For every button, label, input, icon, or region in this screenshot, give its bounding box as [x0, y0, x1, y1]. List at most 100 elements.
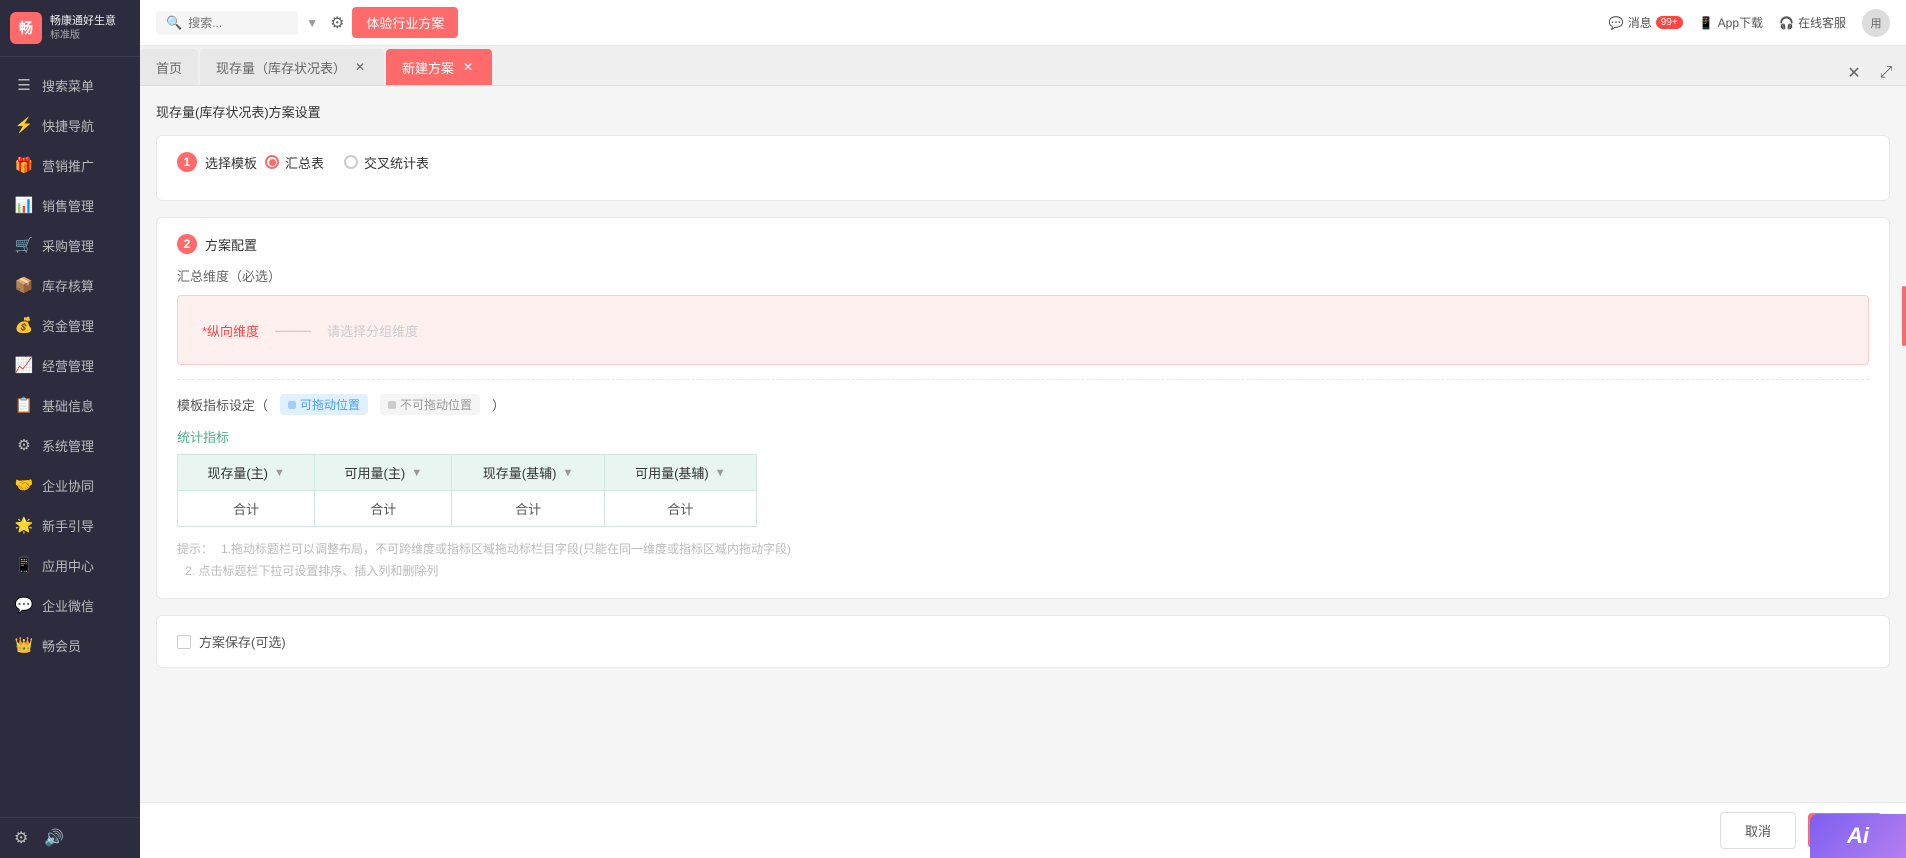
settings-icon[interactable]: ⚙	[14, 828, 28, 848]
tab-new-plan-close[interactable]: ✕	[460, 59, 476, 75]
tab-new-plan-label: 新建方案	[402, 58, 454, 77]
col-header-0: 现存量(主) ▼	[178, 455, 315, 491]
tab-inventory-close[interactable]: ✕	[352, 59, 368, 75]
sidebar-item-7[interactable]: 📈 经营管理	[0, 345, 140, 385]
sidebar-item-6[interactable]: 💰 资金管理	[0, 305, 140, 345]
step1-card: 1 选择模板 汇总表 交叉统计表	[156, 135, 1890, 201]
sidebar-icon-2: 🎁	[14, 155, 34, 175]
no-drag-label: 不可拖动位置	[400, 396, 472, 413]
page-content: 现存量(库存状况表)方案设置 1 选择模板 汇总表 交叉统计表	[140, 86, 1906, 802]
trial-button[interactable]: 体验行业方案	[352, 7, 458, 38]
sidebar-label-4: 采购管理	[42, 236, 94, 255]
chevron-down-icon[interactable]: ▼	[306, 16, 318, 30]
sidebar-item-4[interactable]: 🛒 采购管理	[0, 225, 140, 265]
col-3-chevron[interactable]: ▼	[715, 467, 726, 479]
col-header-3: 可用量(基辅) ▼	[604, 455, 756, 491]
sidebar-item-14[interactable]: 👑 畅会员	[0, 625, 140, 665]
sidebar-logo: 畅 畅康通好生意 标准版	[0, 0, 140, 57]
col-2-chevron[interactable]: ▼	[562, 467, 573, 479]
scroll-handle[interactable]	[1902, 286, 1906, 346]
audio-icon[interactable]: 🔊	[44, 828, 64, 848]
sidebar-item-9[interactable]: ⚙ 系统管理	[0, 425, 140, 465]
message-badge: 99+	[1656, 16, 1683, 29]
tab-new-plan[interactable]: 新建方案 ✕	[386, 49, 492, 85]
topbar-right: 💬 消息 99+ 📱 App下载 🎧 在线客服 用	[1609, 9, 1890, 37]
headset-icon: 🎧	[1779, 16, 1794, 30]
sidebar-bottom: ⚙ 🔊	[0, 817, 140, 858]
message-button[interactable]: 💬 消息 99+	[1609, 14, 1683, 31]
tab-home-label: 首页	[156, 58, 182, 77]
radio-summary[interactable]: 汇总表	[265, 153, 324, 172]
sidebar-icon-14: 👑	[14, 635, 34, 655]
sidebar-nav: ☰ 搜索菜单 ⚡ 快捷导航 🎁 营销推广 📊 销售管理 🛒 采购管理 📦 库存核…	[0, 57, 140, 817]
col-2-label: 现存量(基辅)	[483, 463, 557, 482]
cell-3: 合计	[604, 491, 756, 527]
indicator-setting: 模板指标设定（ 可拖动位置 不可拖动位置 ）	[177, 394, 1869, 415]
cancel-button[interactable]: 取消	[1720, 812, 1796, 849]
sidebar-item-5[interactable]: 📦 库存核算	[0, 265, 140, 305]
save-label: 方案保存(可选)	[199, 632, 286, 651]
sidebar-icon-8: 📋	[14, 395, 34, 415]
sidebar-label-14: 畅会员	[42, 636, 81, 655]
sidebar-item-3[interactable]: 📊 销售管理	[0, 185, 140, 225]
sidebar-icon-1: ⚡	[14, 115, 34, 135]
sidebar: 畅 畅康通好生意 标准版 ☰ 搜索菜单 ⚡ 快捷导航 🎁 营销推广 📊 销售管理…	[0, 0, 140, 858]
col-0-label: 现存量(主)	[207, 463, 268, 482]
search-icon: 🔍	[166, 15, 182, 31]
app-download-button[interactable]: 📱 App下载	[1699, 14, 1763, 31]
step2-card: 2 方案配置 汇总维度（必选） *纵向维度 —— 请选择分组维度 模板指标设定（…	[156, 217, 1890, 599]
draggable-badge: 可拖动位置	[280, 394, 368, 415]
step1-number: 1	[177, 152, 197, 172]
ai-label: Ai	[1847, 823, 1869, 849]
col-0-chevron[interactable]: ▼	[274, 467, 285, 479]
indicator-setting-suffix: ）	[492, 395, 505, 414]
sidebar-item-2[interactable]: 🎁 营销推广	[0, 145, 140, 185]
sidebar-label-3: 销售管理	[42, 196, 94, 215]
dimension-box[interactable]: *纵向维度 —— 请选择分组维度	[177, 295, 1869, 365]
step2-title: 方案配置	[205, 235, 257, 254]
step1-label: 1 选择模板 汇总表 交叉统计表	[177, 152, 1869, 172]
user-avatar[interactable]: 用	[1862, 9, 1890, 37]
tab-inventory[interactable]: 现存量（库存状况表） ✕	[200, 49, 384, 85]
sidebar-label-8: 基础信息	[42, 396, 94, 415]
download-icon: 📱	[1699, 16, 1714, 30]
radio-cross[interactable]: 交叉统计表	[344, 153, 429, 172]
sidebar-label-11: 新手引导	[42, 516, 94, 535]
search-input[interactable]	[188, 16, 288, 30]
sidebar-icon-11: 🌟	[14, 515, 34, 535]
ai-badge[interactable]: Ai	[1810, 814, 1906, 858]
sidebar-icon-7: 📈	[14, 355, 34, 375]
aggregate-label: 汇总维度（必选）	[177, 266, 1869, 285]
dimension-required: *纵向维度	[202, 321, 259, 340]
save-checkbox[interactable]	[177, 635, 191, 649]
tabs-bar: 首页 现存量（库存状况表） ✕ 新建方案 ✕ ✕ ⤢	[140, 46, 1906, 86]
no-drag-badge: 不可拖动位置	[380, 394, 480, 415]
expand-tab-icon[interactable]: ⤢	[1874, 61, 1898, 85]
app-logo-icon: 畅	[10, 12, 42, 44]
main-area: 🔍 ▼ ⚙ 体验行业方案 💬 消息 99+ 📱 App下载 🎧 在线客服 用	[140, 0, 1906, 858]
online-service-button[interactable]: 🎧 在线客服	[1779, 14, 1846, 31]
radio-cross-label: 交叉统计表	[364, 153, 429, 172]
sidebar-label-2: 营销推广	[42, 156, 94, 175]
tip-2: 2. 点击标题栏下拉可设置排序、插入列和删除列	[177, 561, 1869, 583]
gear-icon[interactable]: ⚙	[330, 13, 344, 33]
sidebar-icon-12: 📱	[14, 555, 34, 575]
drag-dot	[288, 401, 296, 409]
app-name: 畅康通好生意 标准版	[50, 14, 116, 41]
topbar: 🔍 ▼ ⚙ 体验行业方案 💬 消息 99+ 📱 App下载 🎧 在线客服 用	[140, 0, 1906, 46]
sidebar-item-13[interactable]: 💬 企业微信	[0, 585, 140, 625]
tab-inventory-label: 现存量（库存状况表）	[216, 58, 346, 77]
col-1-chevron[interactable]: ▼	[411, 467, 422, 479]
dimension-placeholder: 请选择分组维度	[327, 321, 418, 340]
sidebar-item-11[interactable]: 🌟 新手引导	[0, 505, 140, 545]
close-tab-icon[interactable]: ✕	[1842, 61, 1866, 85]
sidebar-item-0[interactable]: ☰ 搜索菜单	[0, 65, 140, 105]
sidebar-item-8[interactable]: 📋 基础信息	[0, 385, 140, 425]
col-3-label: 可用量(基辅)	[635, 463, 709, 482]
sidebar-item-10[interactable]: 🤝 企业协同	[0, 465, 140, 505]
search-box[interactable]: 🔍	[156, 11, 298, 35]
sidebar-item-12[interactable]: 📱 应用中心	[0, 545, 140, 585]
tab-home[interactable]: 首页	[140, 49, 198, 85]
col-header-2: 现存量(基辅) ▼	[452, 455, 604, 491]
sidebar-item-1[interactable]: ⚡ 快捷导航	[0, 105, 140, 145]
